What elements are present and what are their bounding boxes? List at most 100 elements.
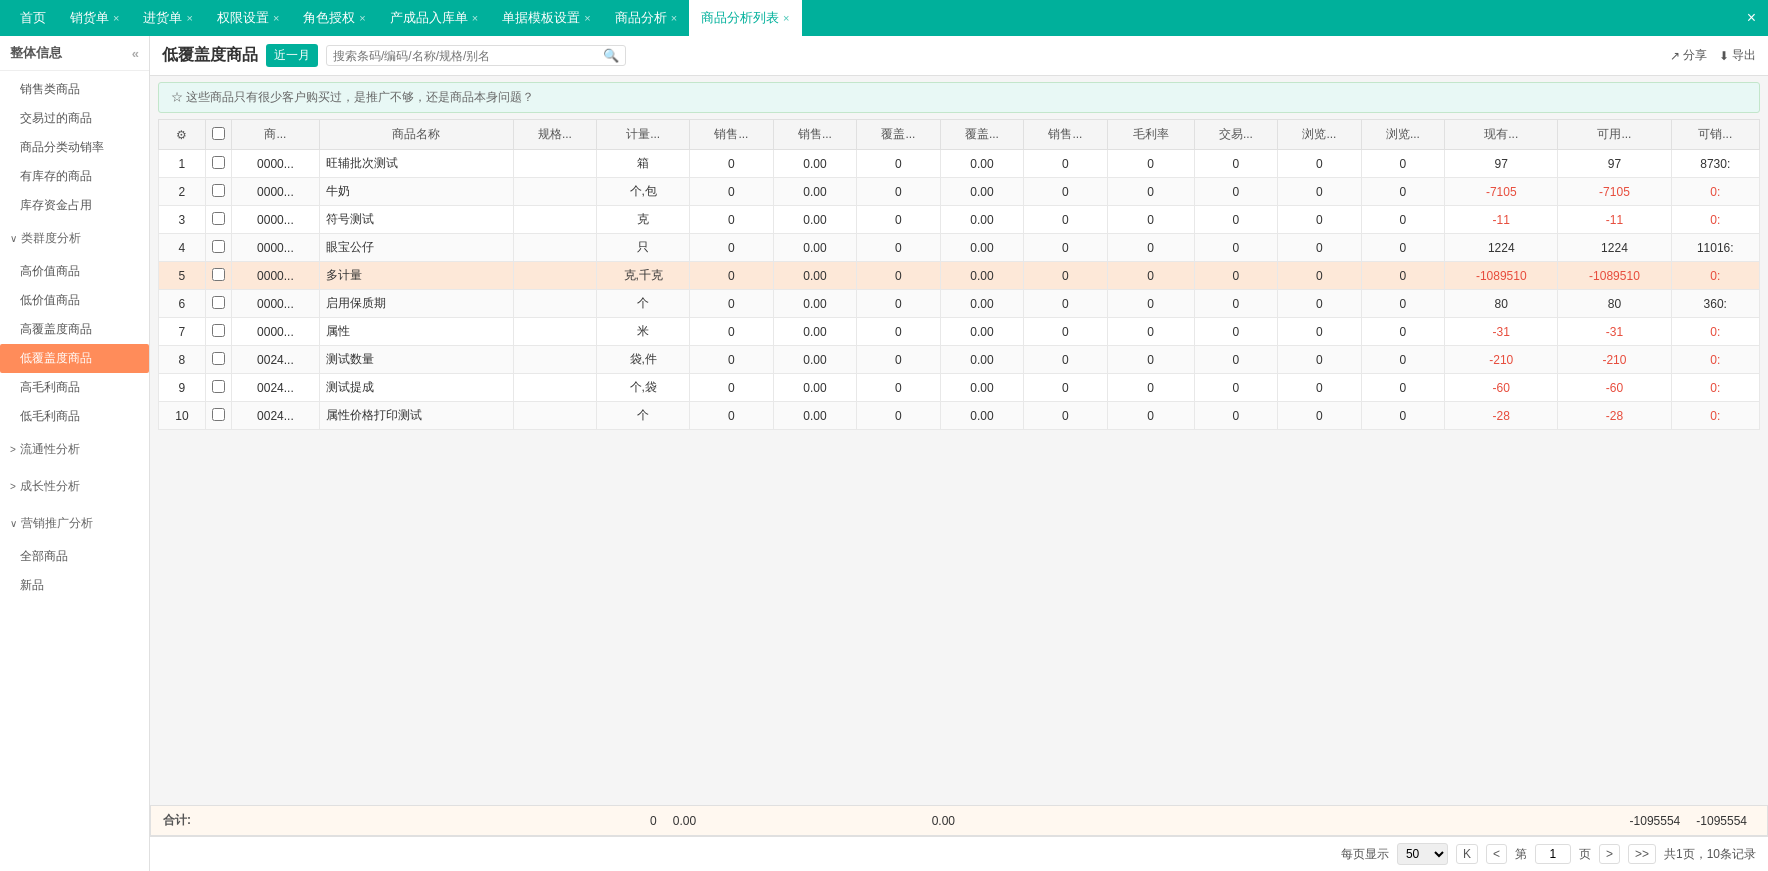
sidebar-item-高覆盖度商品[interactable]: 高覆盖度商品 — [0, 315, 149, 344]
col-header-gross[interactable]: 毛利率 — [1107, 120, 1194, 150]
footer-sales2: 0.00 — [665, 814, 704, 828]
next-page-btn[interactable]: > — [1599, 844, 1620, 864]
row-checkbox[interactable] — [212, 380, 225, 393]
content-area: 低覆盖度商品 近一月 🔍 ↗ 分享 ⬇ 导出 ☆ 这些商品只有很少客户购买过，是… — [150, 36, 1768, 871]
table-wrapper[interactable]: ⚙商...商品名称规格...计量...销售...销售...覆盖...覆盖...销… — [150, 119, 1768, 805]
sidebar-item-高价值商品[interactable]: 高价值商品 — [0, 257, 149, 286]
browse-link[interactable]: 0 — [1316, 409, 1323, 423]
col-header-gear[interactable]: ⚙ — [159, 120, 206, 150]
col-header-check[interactable] — [205, 120, 231, 150]
first-page-btn[interactable]: K — [1456, 844, 1478, 864]
sidebar-item-高毛利商品[interactable]: 高毛利商品 — [0, 373, 149, 402]
sidebar-item-新品[interactable]: 新品 — [0, 571, 149, 600]
browse-link[interactable]: 0 — [1316, 325, 1323, 339]
nav-close-icon[interactable]: × — [186, 0, 192, 36]
sidebar-section-类群度分析[interactable]: ∨类群度分析 — [0, 224, 149, 253]
browse-link[interactable]: 0 — [1316, 185, 1323, 199]
browse-link[interactable]: 0 — [1316, 241, 1323, 255]
row-checkbox[interactable] — [212, 352, 225, 365]
sidebar-item-销售类商品[interactable]: 销售类商品 — [0, 75, 149, 104]
cell-trade: 0 — [1194, 178, 1278, 206]
nav-item-单据模板设置[interactable]: 单据模板设置 × — [490, 0, 602, 36]
col-header-name[interactable]: 商品名称 — [320, 120, 514, 150]
nav-item-角色授权[interactable]: 角色授权 × — [291, 0, 377, 36]
browse-link[interactable]: 0 — [1316, 213, 1323, 227]
sidebar-section-成长性分析[interactable]: >成长性分析 — [0, 472, 149, 501]
period-button[interactable]: 近一月 — [266, 44, 318, 67]
per-page-select[interactable]: 2050100 — [1397, 843, 1448, 865]
search-input[interactable] — [333, 49, 599, 63]
nav-item-商品分析列表[interactable]: 商品分析列表 × — [689, 0, 801, 36]
cell-sales2: 0.00 — [773, 262, 857, 290]
col-header-current[interactable]: 现有... — [1445, 120, 1558, 150]
share-button[interactable]: ↗ 分享 — [1670, 47, 1707, 64]
col-header-sellable[interactable]: 可销... — [1671, 120, 1759, 150]
nav-close-icon[interactable]: × — [273, 0, 279, 36]
sidebar-item-有库存的商品[interactable]: 有库存的商品 — [0, 162, 149, 191]
cell-gross: 0 — [1107, 206, 1194, 234]
row-checkbox[interactable] — [212, 156, 225, 169]
sidebar-item-库存资金占用[interactable]: 库存资金占用 — [0, 191, 149, 220]
nav-item-权限设置[interactable]: 权限设置 × — [205, 0, 291, 36]
cell-browse2: 0 — [1361, 206, 1445, 234]
nav-item-销货单[interactable]: 销货单 × — [58, 0, 131, 36]
close-all-button[interactable]: × — [1747, 9, 1756, 27]
col-header-sales1[interactable]: 销售... — [690, 120, 774, 150]
cell-name: 牛奶 — [320, 178, 514, 206]
col-header-cover1[interactable]: 覆盖... — [857, 120, 941, 150]
nav-item-首页[interactable]: 首页 — [8, 0, 58, 36]
nav-close-icon[interactable]: × — [584, 0, 590, 36]
sidebar-section-流通性分析[interactable]: >流通性分析 — [0, 435, 149, 464]
nav-close-icon[interactable]: × — [472, 0, 478, 36]
sidebar-item-低覆盖度商品[interactable]: 低覆盖度商品 — [0, 344, 149, 373]
browse-link[interactable]: 0 — [1316, 269, 1323, 283]
browse-link[interactable]: 0 — [1316, 381, 1323, 395]
sidebar-item-全部商品[interactable]: 全部商品 — [0, 542, 149, 571]
sidebar-item-低毛利商品[interactable]: 低毛利商品 — [0, 402, 149, 431]
sidebar-content: 销售类商品交易过的商品商品分类动销率有库存的商品库存资金占用 ∨类群度分析高价值商… — [0, 71, 149, 604]
col-header-avail[interactable]: 可用... — [1558, 120, 1671, 150]
browse-link[interactable]: 0 — [1316, 297, 1323, 311]
sidebar-collapse-btn[interactable]: « — [132, 46, 139, 61]
sidebar-item-商品分类动销率[interactable]: 商品分类动销率 — [0, 133, 149, 162]
row-checkbox[interactable] — [212, 268, 225, 281]
row-checkbox[interactable] — [212, 296, 225, 309]
col-header-sales3[interactable]: 销售... — [1024, 120, 1108, 150]
browse-link[interactable]: 0 — [1316, 353, 1323, 367]
last-page-btn[interactable]: >> — [1628, 844, 1656, 864]
export-button[interactable]: ⬇ 导出 — [1719, 47, 1756, 64]
footer-sales1: 0 — [642, 814, 665, 828]
cell-sales3: 0 — [1024, 318, 1108, 346]
sidebar-section-营销推广分析[interactable]: ∨营销推广分析 — [0, 509, 149, 538]
nav-close-icon[interactable]: × — [783, 0, 789, 36]
col-header-cover2[interactable]: 覆盖... — [940, 120, 1024, 150]
nav-item-商品分析[interactable]: 商品分析 × — [603, 0, 689, 36]
nav-close-icon[interactable]: × — [113, 0, 119, 36]
nav-close-icon[interactable]: × — [671, 0, 677, 36]
row-checkbox[interactable] — [212, 240, 225, 253]
col-header-sales2[interactable]: 销售... — [773, 120, 857, 150]
sidebar-item-低价值商品[interactable]: 低价值商品 — [0, 286, 149, 315]
nav-close-icon[interactable]: × — [359, 0, 365, 36]
browse-link[interactable]: 0 — [1316, 157, 1323, 171]
row-checkbox[interactable] — [212, 212, 225, 225]
select-all-checkbox[interactable] — [212, 127, 225, 140]
col-header-unit[interactable]: 计量... — [597, 120, 690, 150]
table-row: 20000...牛奶个,包00.0000.0000000-7105-71050: — [159, 178, 1760, 206]
cell-spec — [513, 318, 597, 346]
sidebar-item-交易过的商品[interactable]: 交易过的商品 — [0, 104, 149, 133]
cell-name: 测试提成 — [320, 374, 514, 402]
row-checkbox[interactable] — [212, 184, 225, 197]
settings-icon[interactable]: ⚙ — [176, 128, 187, 142]
nav-item-产成品入库单[interactable]: 产成品入库单 × — [378, 0, 490, 36]
current-page-input[interactable] — [1535, 844, 1571, 864]
col-header-browse1[interactable]: 浏览... — [1278, 120, 1362, 150]
col-header-spec[interactable]: 规格... — [513, 120, 597, 150]
col-header-code[interactable]: 商... — [231, 120, 319, 150]
nav-item-进货单[interactable]: 进货单 × — [131, 0, 204, 36]
col-header-browse2[interactable]: 浏览... — [1361, 120, 1445, 150]
col-header-trade[interactable]: 交易... — [1194, 120, 1278, 150]
row-checkbox[interactable] — [212, 408, 225, 421]
prev-page-btn[interactable]: < — [1486, 844, 1507, 864]
row-checkbox[interactable] — [212, 324, 225, 337]
